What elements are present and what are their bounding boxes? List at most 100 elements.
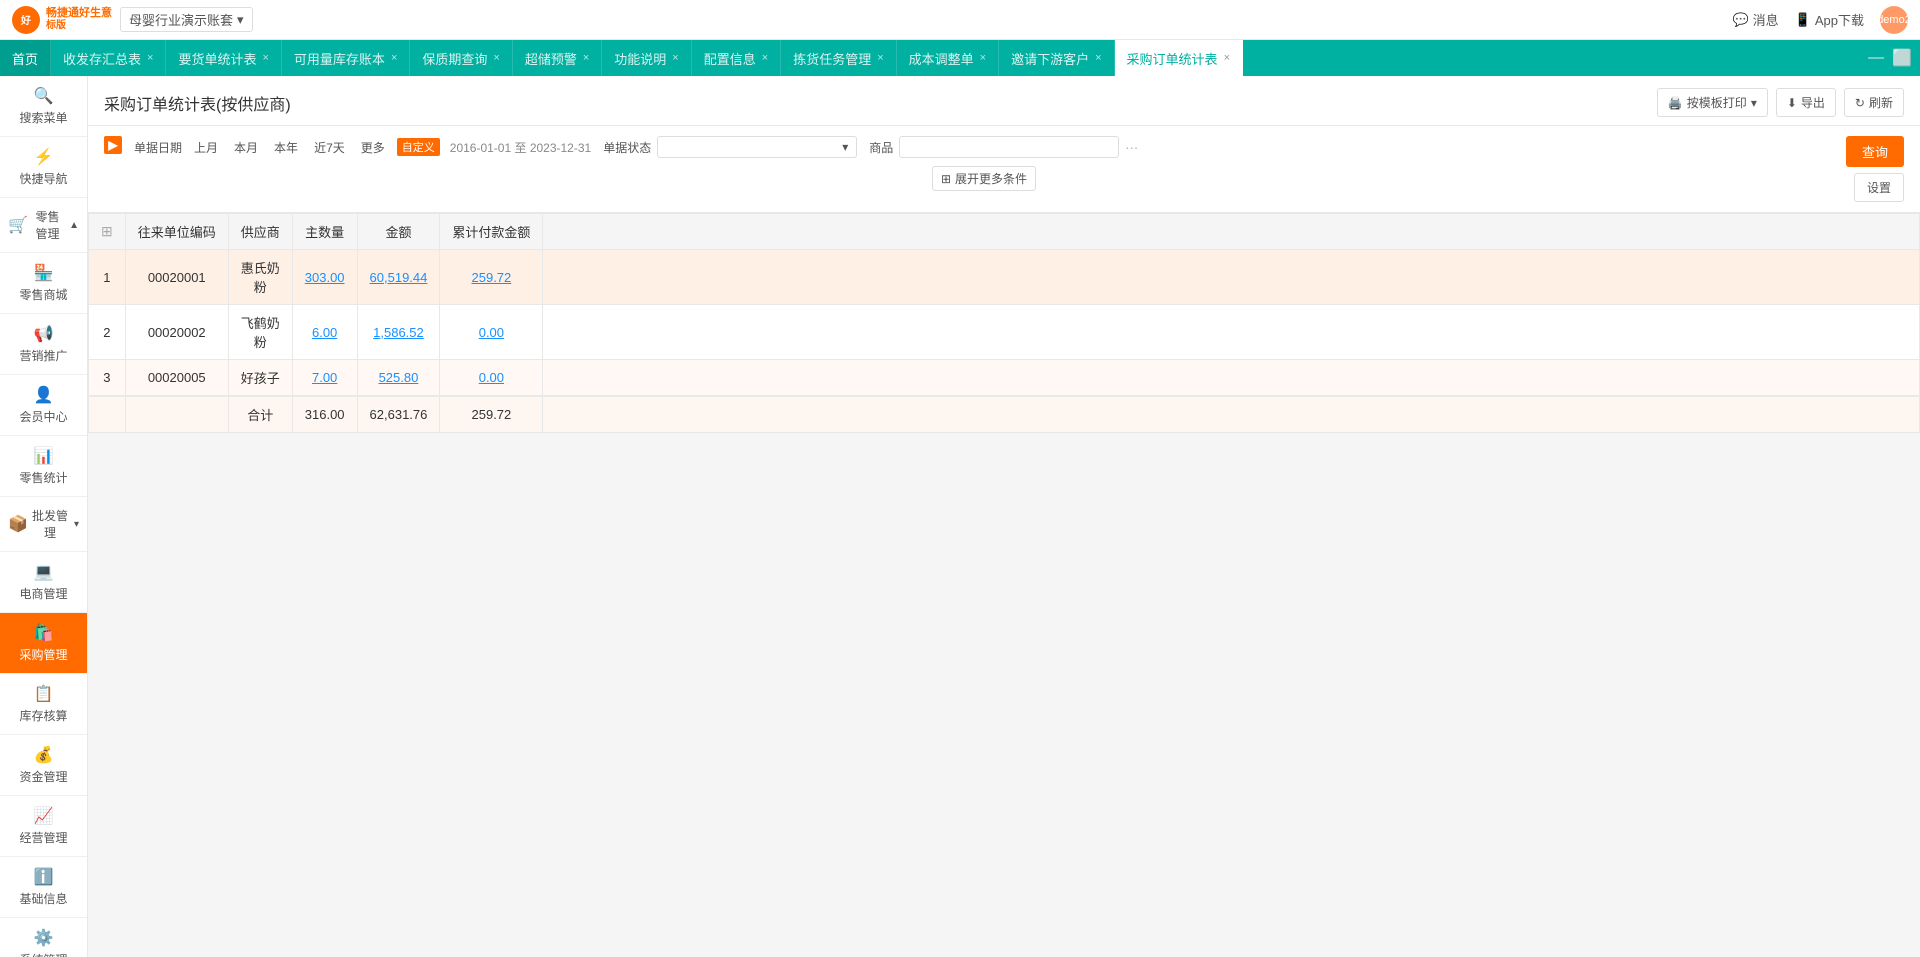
cell-quantity[interactable]: 6.00 [292,305,357,360]
expand-conditions-button[interactable]: ⊞ 展开更多条件 [932,166,1036,191]
message-btn[interactable]: 💬 消息 [1732,10,1778,29]
close-icon[interactable]: × [1224,52,1230,64]
col-extra [543,214,1920,250]
page-actions: 🖨️ 按模板打印 ▾ ⬇ 导出 ↻ 刷新 [1657,88,1904,117]
cell-amount[interactable]: 1,586.52 [357,305,440,360]
sidebar-item-member[interactable]: 👤 会员中心 [0,375,87,436]
tab-chengben[interactable]: 成本调整单 × [897,40,999,76]
sidebar-item-ecommerce[interactable]: 💻 电商管理 [0,552,87,613]
nav-tabs: 首页 收发存汇总表 × 要货单统计表 × 可用量库存账本 × 保质期查询 × 超… [0,40,1920,76]
sidebar: 🔍 搜索菜单 ⚡ 快捷导航 🛒 零售管理 ▲ 🏪 零售商城 📢 营销推广 👤 会… [0,76,88,957]
app-download-btn[interactable]: 📱 App下载 [1795,10,1864,29]
goods-input[interactable] [899,136,1119,158]
sidebar-item-wholesale[interactable]: 📦 批发管理 ▾ [0,497,87,552]
tab-chaochuyujing[interactable]: 超储预警 × [513,40,602,76]
close-icon[interactable]: × [262,52,268,64]
footer-empty [89,396,126,433]
sidebar-item-system[interactable]: ⚙️ 系统管理 [0,918,87,957]
filter-area: ▶ 单据日期 上月 本月 本年 近7天 更多 自定义 [88,126,1920,213]
cell-quantity[interactable]: 7.00 [292,360,357,397]
tab-yaohuodan[interactable]: 要货单统计表 × [166,40,281,76]
ecommerce-icon: 💻 [34,562,54,582]
shortcut-7days[interactable]: 近7天 [308,137,351,158]
download-icon: 📱 [1795,12,1811,28]
logo-area: 好 畅捷通好生意 标版 [12,6,112,34]
sidebar-item-retail-stats[interactable]: 📊 零售统计 [0,436,87,497]
table-body: 1 00020001 惠氏奶粉 303.00 60,519.44 259.72 … [89,250,1920,397]
tab-gongneng[interactable]: 功能说明 × [602,40,691,76]
sidebar-item-operations[interactable]: 📈 经营管理 [0,796,87,857]
sidebar-item-purchase[interactable]: 🛍️ 采购管理 [0,613,87,674]
print-icon: 🖨️ [1668,96,1683,110]
tab-caigou-active[interactable]: 采购订单统计表 × [1115,40,1243,76]
print-button[interactable]: 🖨️ 按模板打印 ▾ [1657,88,1768,117]
tab-yaoqing[interactable]: 邀请下游客户 × [999,40,1114,76]
footer-paid: 259.72 [440,396,543,433]
export-button[interactable]: ⬇ 导出 [1776,88,1836,117]
sidebar-item-finance[interactable]: 💰 资金管理 [0,735,87,796]
maximize-icon[interactable]: ⬜ [1892,48,1912,68]
close-icon[interactable]: × [1095,52,1101,64]
collapse-icon[interactable]: ▶ [104,136,122,154]
col-settings: ⊞ [89,214,126,250]
chevron-down-icon: ▾ [74,519,79,530]
cell-paid[interactable]: 259.72 [440,250,543,305]
sidebar-item-marketing[interactable]: 📢 营销推广 [0,314,87,375]
logo-icon: 好 [12,6,40,34]
tab-peizhi[interactable]: 配置信息 × [692,40,781,76]
shortcut-last-month[interactable]: 上月 [188,137,224,158]
cell-code: 00020001 [125,250,228,305]
company-selector[interactable]: 母婴行业演示账套 ▾ [120,7,253,32]
cell-amount[interactable]: 60,519.44 [357,250,440,305]
sidebar-item-quicknav[interactable]: ⚡ 快捷导航 [0,137,87,198]
close-icon[interactable]: × [493,52,499,64]
cell-no: 1 [89,250,126,305]
query-button[interactable]: 查询 [1846,136,1904,167]
date-custom-tag[interactable]: 自定义 [397,138,440,156]
cell-paid[interactable]: 0.00 [440,305,543,360]
close-icon[interactable]: × [147,52,153,64]
chevron-down-icon: ▾ [842,140,848,154]
table-row: 2 00020002 飞鹤奶粉 6.00 1,586.52 0.00 [89,305,1920,360]
sidebar-item-search[interactable]: 🔍 搜索菜单 [0,76,87,137]
footer-amount: 62,631.76 [357,396,440,433]
table-row: 3 00020005 好孩子 7.00 525.80 0.00 [89,360,1920,397]
column-toggle-icon[interactable]: ⊞ [101,223,113,239]
tab-jianhuo[interactable]: 拣货任务管理 × [781,40,896,76]
settings-button[interactable]: 设置 [1854,173,1904,202]
status-filter: 单据状态 ▾ [603,136,857,158]
sidebar-item-retail-mgmt[interactable]: 🛒 零售管理 ▲ [0,198,87,253]
sidebar-item-basic-info[interactable]: ℹ️ 基础信息 [0,857,87,918]
close-icon[interactable]: × [877,52,883,64]
shortcut-this-month[interactable]: 本月 [228,137,264,158]
col-header-quantity: 主数量 [292,214,357,250]
tab-keyongliang[interactable]: 可用量库存账本 × [282,40,410,76]
table-footer-row: 合计 316.00 62,631.76 259.72 [89,396,1920,433]
sidebar-item-retail-shop[interactable]: 🏪 零售商城 [0,253,87,314]
close-icon[interactable]: × [672,52,678,64]
table-row: 1 00020001 惠氏奶粉 303.00 60,519.44 259.72 [89,250,1920,305]
status-select[interactable]: ▾ [657,136,857,158]
refresh-button[interactable]: ↻ 刷新 [1844,88,1904,117]
minimize-icon[interactable]: — [1868,49,1884,67]
user-avatar[interactable]: demo2 [1880,6,1908,34]
page-header: 采购订单统计表(按供应商) 🖨️ 按模板打印 ▾ ⬇ 导出 ↻ 刷新 [88,76,1920,126]
main-layout: 🔍 搜索菜单 ⚡ 快捷导航 🛒 零售管理 ▲ 🏪 零售商城 📢 营销推广 👤 会… [0,76,1920,957]
more-icon[interactable]: ··· [1125,140,1138,155]
data-table: ⊞ 往来单位编码 供应商 主数量 金额 [88,213,1920,433]
footer-label [125,396,228,433]
cell-amount[interactable]: 525.80 [357,360,440,397]
tab-baozhi[interactable]: 保质期查询 × [410,40,512,76]
close-icon[interactable]: × [583,52,589,64]
sidebar-item-inventory[interactable]: 📋 库存核算 [0,674,87,735]
shortcut-this-year[interactable]: 本年 [268,137,304,158]
tab-home[interactable]: 首页 [0,40,51,76]
cell-paid[interactable]: 0.00 [440,360,543,397]
close-icon[interactable]: × [391,52,397,64]
shortcut-more[interactable]: 更多 [355,137,391,158]
close-icon[interactable]: × [762,52,768,64]
cell-quantity[interactable]: 303.00 [292,250,357,305]
cell-code: 00020002 [125,305,228,360]
tab-shoufacun[interactable]: 收发存汇总表 × [51,40,166,76]
close-icon[interactable]: × [980,52,986,64]
